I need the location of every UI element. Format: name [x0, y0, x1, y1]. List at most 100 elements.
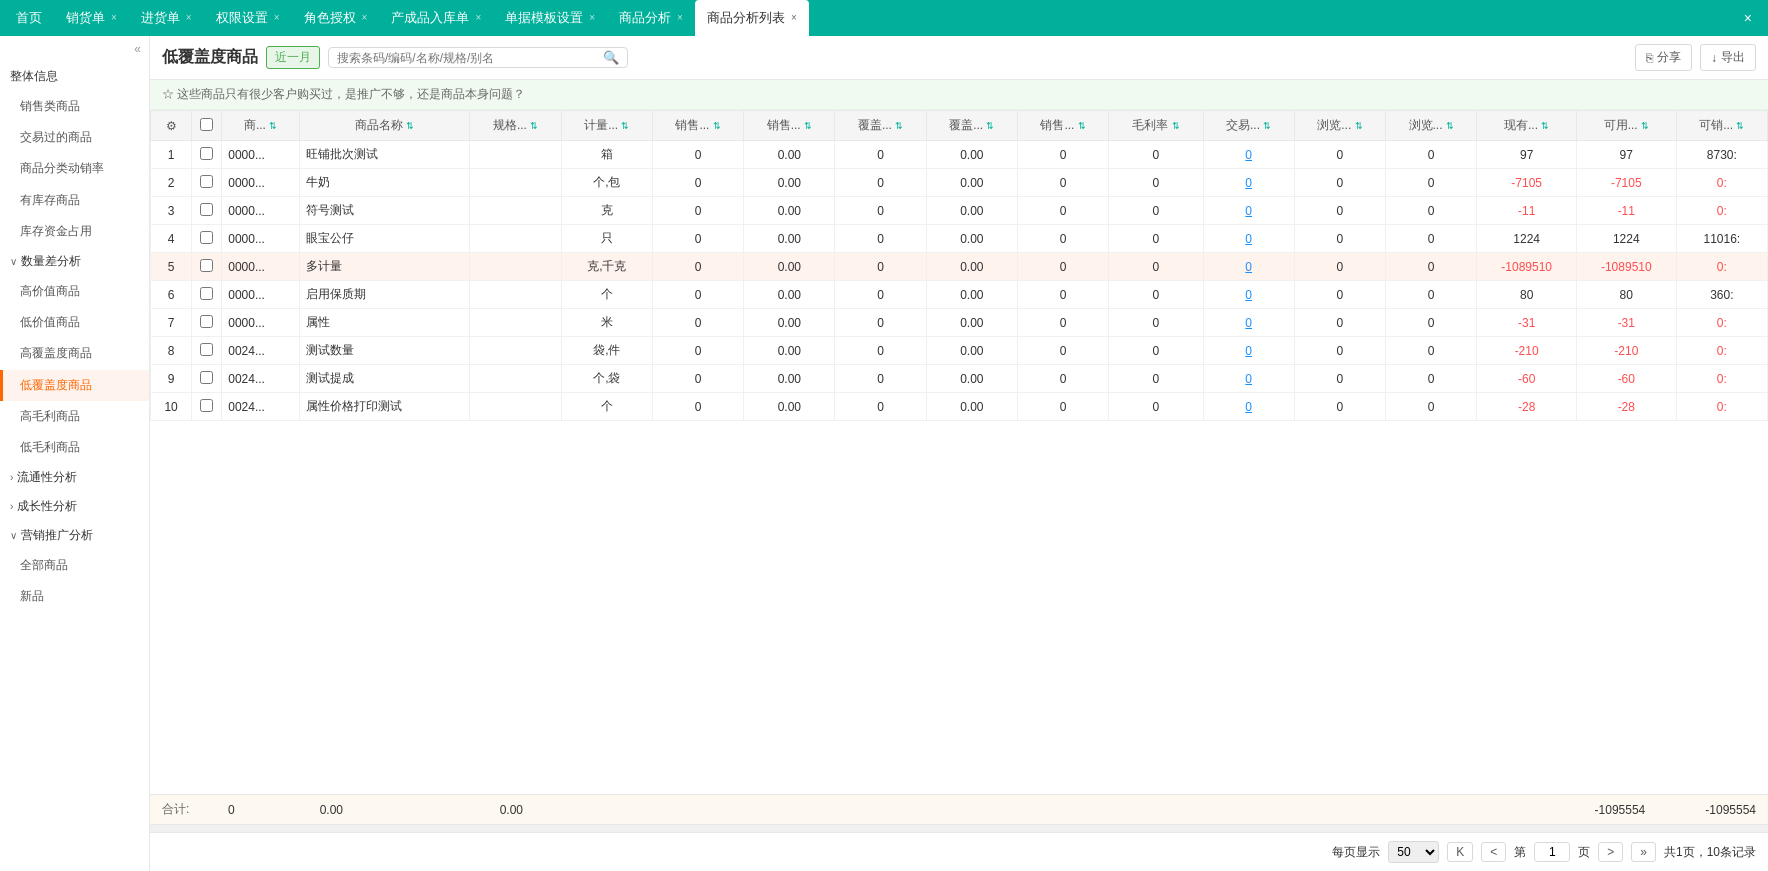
sidebar-item-high-value[interactable]: 高价值商品: [0, 276, 149, 307]
row-checkbox[interactable]: [192, 281, 222, 309]
row-trade[interactable]: 0: [1203, 393, 1294, 421]
sidebar-collapse-button[interactable]: «: [0, 36, 149, 62]
th-sales-amt[interactable]: 销售... ⇅: [744, 111, 835, 141]
nav-home[interactable]: 首页: [4, 0, 54, 36]
th-sales-qty[interactable]: 销售... ⇅: [652, 111, 743, 141]
sidebar-item-high-margin[interactable]: 高毛利商品: [0, 401, 149, 432]
row-checkbox[interactable]: [192, 309, 222, 337]
row-trade[interactable]: 0: [1203, 337, 1294, 365]
th-current-stock[interactable]: 现有... ⇅: [1477, 111, 1577, 141]
row-checkbox[interactable]: [192, 253, 222, 281]
th-checkbox[interactable]: [192, 111, 222, 141]
nav-close-product-storage[interactable]: ×: [475, 0, 481, 36]
row-available: -1089510: [1576, 253, 1676, 281]
share-button[interactable]: ⎘ 分享: [1635, 44, 1692, 71]
th-gross-margin[interactable]: 毛利率 ⇅: [1109, 111, 1203, 141]
row-checkbox[interactable]: [192, 337, 222, 365]
nav-product-analysis-list[interactable]: 商品分析列表 ×: [695, 0, 809, 36]
sidebar-group-marketing[interactable]: ∨ 营销推广分析: [0, 521, 149, 550]
th-coverage1[interactable]: 覆盖... ⇅: [835, 111, 926, 141]
sidebar-group-flow[interactable]: › 流通性分析: [0, 463, 149, 492]
th-code[interactable]: 商... ⇅: [222, 111, 300, 141]
sidebar-item-low-margin[interactable]: 低毛利商品: [0, 432, 149, 463]
sidebar-item-inventory-capital[interactable]: 库存资金占用: [0, 216, 149, 247]
row-trade[interactable]: 0: [1203, 253, 1294, 281]
search-input[interactable]: [337, 51, 599, 65]
row-code: 0000...: [222, 253, 300, 281]
row-trade[interactable]: 0: [1203, 141, 1294, 169]
nav-close-template-settings[interactable]: ×: [589, 0, 595, 36]
row-trade[interactable]: 0: [1203, 197, 1294, 225]
row-code: 0024...: [222, 337, 300, 365]
row-trade[interactable]: 0: [1203, 225, 1294, 253]
row-checkbox[interactable]: [192, 365, 222, 393]
th-sellable[interactable]: 可销... ⇅: [1676, 111, 1767, 141]
row-code: 0024...: [222, 365, 300, 393]
page-size-select[interactable]: 50 100 200: [1388, 841, 1439, 863]
nav-role-auth[interactable]: 角色授权 ×: [292, 0, 380, 36]
footer-label: 合计:: [162, 801, 189, 818]
th-sales-pct[interactable]: 销售... ⇅: [1017, 111, 1108, 141]
export-button[interactable]: ↓ 导出: [1700, 44, 1756, 71]
nav-product-analysis[interactable]: 商品分析 ×: [607, 0, 695, 36]
sidebar-group-quantity[interactable]: ∨ 数量差分析: [0, 247, 149, 276]
row-trade[interactable]: 0: [1203, 281, 1294, 309]
th-settings[interactable]: ⚙: [151, 111, 192, 141]
nav-permission-settings[interactable]: 权限设置 ×: [204, 0, 292, 36]
row-checkbox[interactable]: [192, 169, 222, 197]
sidebar-item-sales-goods[interactable]: 销售类商品: [0, 91, 149, 122]
sidebar-group-overall[interactable]: 整体信息: [0, 62, 149, 91]
row-trade[interactable]: 0: [1203, 365, 1294, 393]
row-name: 测试数量: [299, 337, 469, 365]
th-browse2[interactable]: 浏览... ⇅: [1386, 111, 1477, 141]
footer-c2: 0.00: [461, 803, 561, 817]
row-gross-margin: 0: [1109, 309, 1203, 337]
sidebar-item-all-goods[interactable]: 全部商品: [0, 550, 149, 581]
th-coverage2[interactable]: 覆盖... ⇅: [926, 111, 1017, 141]
prev-page-button[interactable]: <: [1481, 842, 1506, 862]
sidebar-item-low-value[interactable]: 低价值商品: [0, 307, 149, 338]
th-name[interactable]: 商品名称 ⇅: [299, 111, 469, 141]
select-all-checkbox[interactable]: [200, 118, 213, 131]
sidebar-item-low-coverage[interactable]: 低覆盖度商品: [0, 370, 149, 401]
nav-close-product-analysis[interactable]: ×: [677, 0, 683, 36]
nav-template-settings[interactable]: 单据模板设置 ×: [493, 0, 607, 36]
th-browse1[interactable]: 浏览... ⇅: [1294, 111, 1385, 141]
row-checkbox[interactable]: [192, 197, 222, 225]
row-trade[interactable]: 0: [1203, 309, 1294, 337]
last-page-button[interactable]: »: [1631, 842, 1656, 862]
th-spec[interactable]: 规格... ⇅: [470, 111, 561, 141]
nav-close-role-auth[interactable]: ×: [362, 0, 368, 36]
sidebar-item-new-goods[interactable]: 新品: [0, 581, 149, 612]
row-checkbox[interactable]: [192, 225, 222, 253]
sidebar-item-in-stock-goods[interactable]: 有库存商品: [0, 185, 149, 216]
row-trade[interactable]: 0: [1203, 169, 1294, 197]
nav-product-storage[interactable]: 产成品入库单 ×: [379, 0, 493, 36]
th-available[interactable]: 可用... ⇅: [1576, 111, 1676, 141]
row-checkbox[interactable]: [192, 393, 222, 421]
nav-sales-order[interactable]: 销货单 ×: [54, 0, 129, 36]
nav-close-product-analysis-list[interactable]: ×: [791, 0, 797, 36]
table-row: 7 0000... 属性 米 0 0.00 0 0.00 0 0 0 0 0 -…: [151, 309, 1768, 337]
sidebar-item-traded-goods[interactable]: 交易过的商品: [0, 122, 149, 153]
th-unit[interactable]: 计量... ⇅: [561, 111, 652, 141]
row-unit: 克: [561, 197, 652, 225]
time-filter-button[interactable]: 近一月: [266, 46, 320, 69]
nav-close-sales-order[interactable]: ×: [111, 0, 117, 36]
first-page-button[interactable]: K: [1447, 842, 1473, 862]
th-trade[interactable]: 交易... ⇅: [1203, 111, 1294, 141]
sidebar-group-growth[interactable]: › 成长性分析: [0, 492, 149, 521]
row-browse2: 0: [1386, 225, 1477, 253]
sidebar-item-category-turnover[interactable]: 商品分类动销率: [0, 153, 149, 184]
nav-close-purchase-order[interactable]: ×: [186, 0, 192, 36]
row-checkbox[interactable]: [192, 141, 222, 169]
page-number-input[interactable]: [1534, 842, 1570, 862]
row-unit: 个: [561, 281, 652, 309]
row-no: 10: [151, 393, 192, 421]
sidebar-item-high-coverage[interactable]: 高覆盖度商品: [0, 338, 149, 369]
nav-close-permission-settings[interactable]: ×: [274, 0, 280, 36]
row-browse2: 0: [1386, 169, 1477, 197]
nav-purchase-order[interactable]: 进货单 ×: [129, 0, 204, 36]
next-page-button[interactable]: >: [1598, 842, 1623, 862]
window-close-button[interactable]: ×: [1732, 10, 1764, 26]
